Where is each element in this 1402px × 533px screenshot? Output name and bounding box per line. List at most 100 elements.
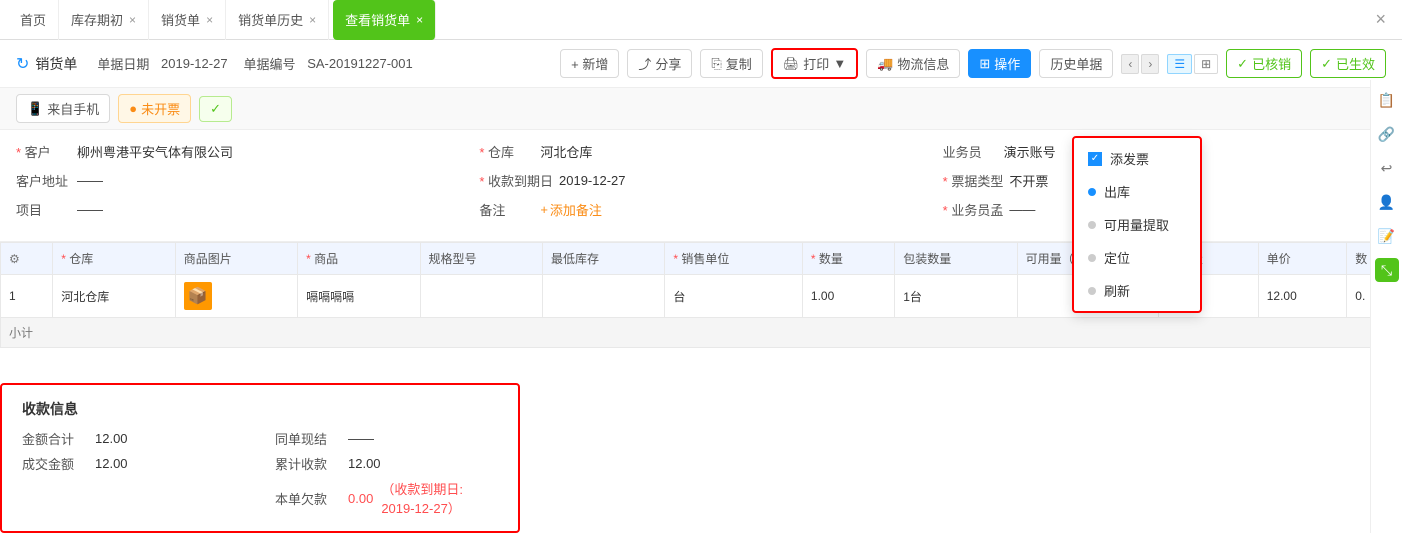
tab-view-sales[interactable]: 查看销货单 × [333,0,436,40]
invoice-label: 票据类型 [943,171,1004,190]
dropdown-refresh[interactable]: 刷新 [1074,274,1200,307]
tab-sales-order[interactable]: 销货单 × [149,0,226,40]
right-panel-icon-5[interactable]: 📝 [1375,224,1399,248]
locate-label: 定位 [1104,248,1130,267]
col-product: 商品 [298,243,420,275]
cancelled-button[interactable]: ✓ 已核销 [1226,49,1302,78]
doc-number-value: SA-20191227-001 [307,56,413,71]
gear-icon[interactable]: ⚙ [9,252,20,266]
arrears-label: 本单欠款 [275,489,340,508]
invoice-value: 不开票 [1009,171,1048,190]
total-received-label: 累计收款 [275,454,340,473]
row-price: 12.00 [1258,275,1347,318]
summary-total-received: 累计收款 12.00 [275,454,498,473]
right-panel-icon-6[interactable]: ⤡ [1375,258,1399,282]
locate-dot [1088,254,1096,262]
right-panel-icon-4[interactable]: 👤 [1375,190,1399,214]
due-date-label: 收款到期日 [479,171,553,190]
doc-number-label: 单据编号 SA-20191227-001 [244,54,413,73]
summary-arrears: 本单欠款 0.00 （收款到期日: 2019-12-27） [275,479,498,517]
right-panel-icon-1[interactable]: 📋 [1375,88,1399,112]
available-dot [1088,221,1096,229]
col-qty: 数量 [802,243,894,275]
close-window-icon[interactable]: × [1367,9,1394,30]
staff2-label: 业务员孟 [943,200,1004,219]
close-tab-view[interactable]: × [416,13,423,27]
close-tab-sales[interactable]: × [206,13,213,27]
add-invoice-checkbox: ✓ [1088,152,1102,166]
col-unit: 销售单位 [665,243,803,275]
close-tab-history[interactable]: × [309,13,316,27]
col-spec: 规格型号 [420,243,542,275]
from-phone-button[interactable]: 📱 来自手机 [16,94,110,123]
logistics-button[interactable]: 🚚 物流信息 [866,49,960,78]
print-button[interactable]: 🖨 打印 ▼ [771,48,858,79]
toolbar-row: 📱 来自手机 ● 未开票 ✓ [0,88,1402,130]
customer-field: 客户 柳州粤港平安气体有限公司 [16,142,459,161]
product-image: 📦 [184,282,212,310]
col-price: 单价 [1258,243,1347,275]
doc-title: ↻ 销货单 [16,54,77,74]
logistics-icon: 🚚 [877,56,893,72]
doc-date-value: 2019-12-27 [161,56,228,71]
not-open-button[interactable]: ● 未开票 [118,94,191,123]
note-label: 备注 [479,200,534,219]
prev-record-button[interactable]: ‹ [1121,54,1139,74]
view-toggle: ☰ ⊞ [1167,54,1218,74]
grid-view-button[interactable]: ⊞ [1194,54,1218,74]
tab-inventory-init[interactable]: 库存期初 × [59,0,149,40]
row-spec [420,275,542,318]
col-settings[interactable]: ⚙ [1,243,53,275]
check-icon: ✓ [1237,56,1248,72]
doc-type-label: 销货单 [35,54,77,74]
staff-label: 业务员 [943,142,998,161]
doc-meta: 单据日期 2019-12-27 单据编号 SA-20191227-001 [97,54,412,73]
share-button[interactable]: ⤴ 分享 [627,49,692,78]
doc-date-label: 单据日期 2019-12-27 [97,54,227,73]
add-invoice-label: 添发票 [1110,149,1149,168]
project-value: —— [77,202,103,217]
warehouse-field: 仓库 河北仓库 [479,142,922,161]
add-note-button[interactable]: + 添加备注 [540,200,602,219]
operation-button[interactable]: ⊞ 操作 [968,49,1031,78]
dropdown-add-invoice[interactable]: ✓ 添发票 [1074,142,1200,175]
dropdown-outbound[interactable]: 出库 [1074,175,1200,208]
staff2-value: —— [1009,202,1035,217]
same-settle-value: —— [348,431,374,446]
right-panel: 📋 🔗 ↩ 👤 📝 ⤡ [1370,80,1402,533]
col-warehouse: 仓库 [53,243,175,275]
note-field: 备注 + 添加备注 [479,200,922,219]
dropdown-locate[interactable]: 定位 [1074,241,1200,274]
close-tab-inventory[interactable]: × [129,13,136,27]
project-label: 项目 [16,200,71,219]
row-pack-qty: 1台 [895,275,1017,318]
tab-bar: 首页 库存期初 × 销货单 × 销货单历史 × 查看销货单 × × [0,0,1402,40]
due-date-value: 2019-12-27 [559,173,626,188]
row-no: 1 [1,275,53,318]
phone-icon: 📱 [27,101,43,117]
print-dropdown-arrow: ▼ [833,56,846,71]
confirm-button[interactable]: ✓ [199,96,232,122]
effective-button[interactable]: ✓ 已生效 [1310,49,1386,78]
summary-total: 金额合计 12.00 [22,429,245,448]
warehouse-label: 仓库 [479,142,534,161]
right-panel-icon-3[interactable]: ↩ [1375,156,1399,180]
outbound-label: 出库 [1104,182,1130,201]
right-panel-icon-2[interactable]: 🔗 [1375,122,1399,146]
history-button[interactable]: 历史单据 [1039,49,1113,78]
print-icon: 🖨 [783,56,800,72]
operation-dropdown: ✓ 添发票 出库 可用量提取 定位 刷新 [1072,136,1202,313]
tab-sales-history[interactable]: 销货单历史 × [226,0,329,40]
next-record-button[interactable]: › [1141,54,1159,74]
doc-header: ↻ 销货单 单据日期 2019-12-27 单据编号 SA-20191227-0… [0,40,1402,88]
staff-value: 演示账号 [1004,142,1056,161]
tab-home[interactable]: 首页 [8,0,59,40]
summary-deal-amount: 成交金额 12.00 [22,454,245,473]
dropdown-available[interactable]: 可用量提取 [1074,208,1200,241]
share-icon: ⤴ [638,54,651,73]
new-button[interactable]: + 新增 [560,49,619,78]
list-view-button[interactable]: ☰ [1167,54,1192,74]
total-label: 金额合计 [22,429,87,448]
table-subtotal-row: 小计 [1,318,1402,348]
copy-button[interactable]: ⎘ 复制 [700,49,762,78]
